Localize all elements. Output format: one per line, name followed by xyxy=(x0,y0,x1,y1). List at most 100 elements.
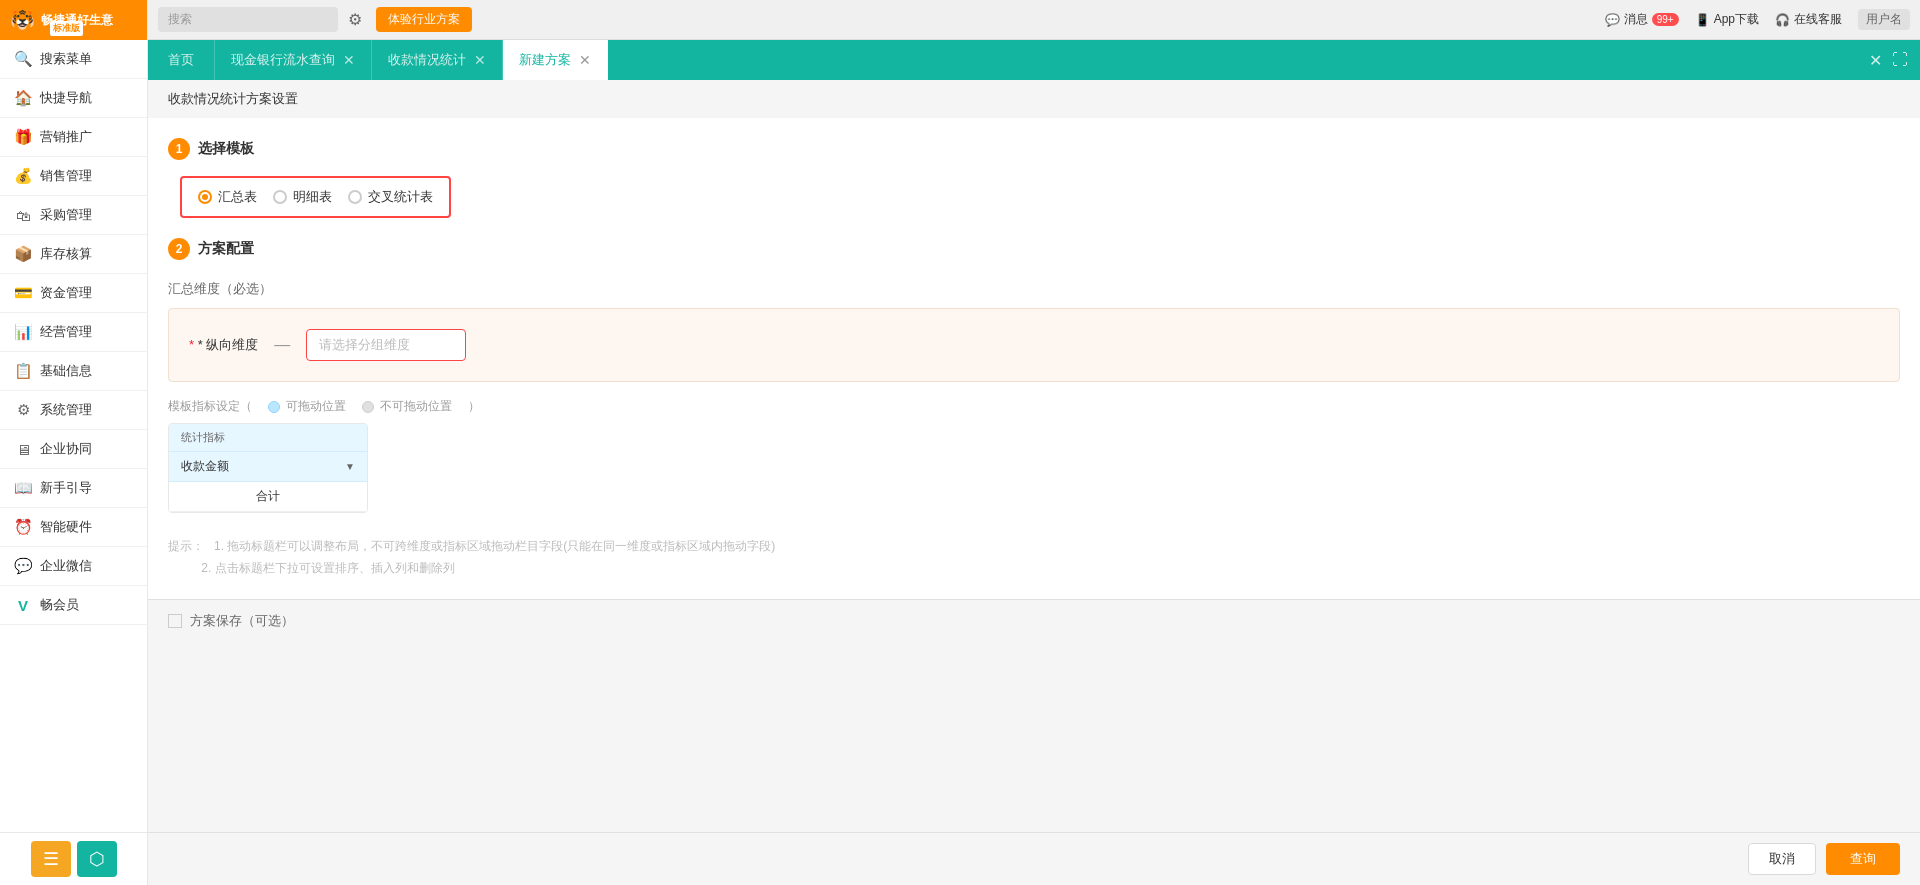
sidebar-item-quick-nav[interactable]: 🏠 快捷导航 xyxy=(0,79,147,118)
gear-settings-icon[interactable]: ⚙ xyxy=(348,10,362,29)
sidebar-item-label: 搜索菜单 xyxy=(40,50,92,68)
sidebar-item-inventory[interactable]: 📦 库存核算 xyxy=(0,235,147,274)
radio-detail-label: 明细表 xyxy=(293,188,332,206)
action-bar: 取消 查询 xyxy=(148,832,1920,885)
app-download-button[interactable]: 📱 App下载 xyxy=(1695,11,1759,28)
sidebar-item-label: 系统管理 xyxy=(40,401,92,419)
form-panel: 1 选择模板 汇总表 明细表 交叉统计表 xyxy=(148,118,1920,599)
metrics-column-header-text: 收款金额 xyxy=(181,458,229,475)
tab-collection-stats[interactable]: 收款情况统计 ✕ xyxy=(372,40,503,80)
tabbar: 首页 现金银行流水查询 ✕ 收款情况统计 ✕ 新建方案 ✕ ✕ ⛶ xyxy=(148,40,1920,80)
trial-button[interactable]: 体验行业方案 xyxy=(376,7,472,32)
sidebar-logo: 🐯 畅捷通好生意 标准版 xyxy=(0,0,147,40)
sidebar-item-guide[interactable]: 📖 新手引导 xyxy=(0,469,147,508)
metrics-header-text: 模板指标设定（ xyxy=(168,398,252,415)
user-menu[interactable]: 用户名 xyxy=(1858,9,1910,30)
dimension-placeholder: 请选择分组维度 xyxy=(319,337,410,352)
sidebar-item-label: 经营管理 xyxy=(40,323,92,341)
tab-collection-close-icon[interactable]: ✕ xyxy=(474,52,486,68)
cancel-button[interactable]: 取消 xyxy=(1748,843,1816,875)
metrics-legend: 模板指标设定（ 可拖动位置 不可拖动位置 ） xyxy=(168,398,1900,415)
sidebar-bottom: ☰ ⬡ xyxy=(0,832,147,885)
sidebar-item-operation[interactable]: 📊 经营管理 xyxy=(0,313,147,352)
window-maximize-icon[interactable]: ⛶ xyxy=(1892,51,1908,69)
chart-icon: 📊 xyxy=(14,323,32,341)
radio-cross[interactable]: 交叉统计表 xyxy=(348,188,433,206)
box-icon: 📦 xyxy=(14,245,32,263)
sidebar-item-sales[interactable]: 💰 销售管理 xyxy=(0,157,147,196)
tab-home[interactable]: 首页 xyxy=(148,40,215,80)
breadcrumb: 收款情况统计方案设置 xyxy=(148,80,1920,118)
template-options-container: 汇总表 明细表 交叉统计表 xyxy=(180,176,451,218)
radio-summary[interactable]: 汇总表 xyxy=(198,188,257,206)
radio-summary-label: 汇总表 xyxy=(218,188,257,206)
section2-header: 2 方案配置 xyxy=(168,238,1900,260)
member-icon: V xyxy=(14,597,32,614)
sidebar-item-finance[interactable]: 💳 资金管理 xyxy=(0,274,147,313)
topbar-search[interactable]: 搜索 xyxy=(158,7,338,32)
metrics-column-header[interactable]: 收款金额 ▼ xyxy=(169,452,367,482)
sidebar-item-enterprise[interactable]: 🖥 企业协同 xyxy=(0,430,147,469)
sidebar-item-purchase[interactable]: 🛍 采购管理 xyxy=(0,196,147,235)
sidebar-item-label: 营销推广 xyxy=(40,128,92,146)
sidebar-item-member[interactable]: V 畅会员 xyxy=(0,586,147,625)
download-icon: 📱 xyxy=(1695,13,1710,27)
tab-new-plan[interactable]: 新建方案 ✕ xyxy=(503,40,608,80)
dimension-title: 汇总维度（必选） xyxy=(168,280,1900,298)
radio-summary-dot xyxy=(198,190,212,204)
sidebar-item-hardware[interactable]: ⏰ 智能硬件 xyxy=(0,508,147,547)
sidebar-bottom-btn1[interactable]: ☰ xyxy=(31,841,71,877)
draggable-label: 可拖动位置 xyxy=(286,398,346,415)
wechat-icon: 💬 xyxy=(14,557,32,575)
tab-new-plan-label: 新建方案 xyxy=(519,51,571,69)
tab-bank[interactable]: 现金银行流水查询 ✕ xyxy=(215,40,372,80)
gift-icon: 🎁 xyxy=(14,128,32,146)
dimension-selector[interactable]: 请选择分组维度 xyxy=(306,329,466,361)
sidebar-item-basic-info[interactable]: 📋 基础信息 xyxy=(0,352,147,391)
clipboard-icon: 📋 xyxy=(14,362,32,380)
section2-label: 方案配置 xyxy=(198,240,254,258)
shopping-icon: 🛍 xyxy=(14,207,32,224)
chevron-down-icon: ▼ xyxy=(345,461,355,472)
radio-detail-dot xyxy=(273,190,287,204)
tab-bank-label: 现金银行流水查询 xyxy=(231,51,335,69)
section1-number: 1 xyxy=(168,138,190,160)
query-button[interactable]: 查询 xyxy=(1826,843,1900,875)
fixed-label: 不可拖动位置 xyxy=(380,398,452,415)
window-close-icon[interactable]: ✕ xyxy=(1869,51,1882,70)
sidebar: 🐯 畅捷通好生意 标准版 🔍 搜索菜单 🏠 快捷导航 🎁 营销推广 💰 销售管理… xyxy=(0,0,148,885)
main-area: 搜索 ⚙ 体验行业方案 💬 消息 99+ 📱 App下载 🎧 在线客服 用户名 xyxy=(148,0,1920,885)
search-placeholder: 搜索 xyxy=(168,12,192,26)
sidebar-item-marketing[interactable]: 🎁 营销推广 xyxy=(0,118,147,157)
required-star: * xyxy=(189,337,194,352)
radio-detail[interactable]: 明细表 xyxy=(273,188,332,206)
radio-cross-label: 交叉统计表 xyxy=(368,188,433,206)
radio-cross-dot xyxy=(348,190,362,204)
topbar: 搜索 ⚙ 体验行业方案 💬 消息 99+ 📱 App下载 🎧 在线客服 用户名 xyxy=(148,0,1920,40)
sidebar-item-system[interactable]: ⚙ 系统管理 xyxy=(0,391,147,430)
sidebar-item-label: 企业协同 xyxy=(40,440,92,458)
message-button[interactable]: 💬 消息 99+ xyxy=(1605,11,1679,28)
sidebar-item-label: 采购管理 xyxy=(40,206,92,224)
tab-new-plan-close-icon[interactable]: ✕ xyxy=(579,52,591,68)
sidebar-item-label: 智能硬件 xyxy=(40,518,92,536)
content-area: 收款情况统计方案设置 1 选择模板 汇总表 明细表 xyxy=(148,80,1920,832)
section1-label: 选择模板 xyxy=(198,140,254,158)
sidebar-item-search-menu[interactable]: 🔍 搜索菜单 xyxy=(0,40,147,79)
headset-icon: 🎧 xyxy=(1775,13,1790,27)
message-icon: 💬 xyxy=(1605,13,1620,27)
sidebar-item-wechat[interactable]: 💬 企业微信 xyxy=(0,547,147,586)
online-service-label: 在线客服 xyxy=(1794,11,1842,28)
arrow-icon: — xyxy=(274,336,290,354)
online-service-button[interactable]: 🎧 在线客服 xyxy=(1775,11,1842,28)
topbar-right: 💬 消息 99+ 📱 App下载 🎧 在线客服 用户名 xyxy=(1605,9,1910,30)
tab-home-label: 首页 xyxy=(168,51,194,69)
tip-2-text: 2. 点击标题栏下拉可设置排序、插入列和删除列 xyxy=(201,561,454,575)
message-badge: 99+ xyxy=(1652,13,1679,26)
sidebar-item-label: 快捷导航 xyxy=(40,89,92,107)
save-checkbox[interactable] xyxy=(168,614,182,628)
sidebar-bottom-btn2[interactable]: ⬡ xyxy=(77,841,117,877)
tab-collection-label: 收款情况统计 xyxy=(388,51,466,69)
money-icon: 💰 xyxy=(14,167,32,185)
tab-bank-close-icon[interactable]: ✕ xyxy=(343,52,355,68)
